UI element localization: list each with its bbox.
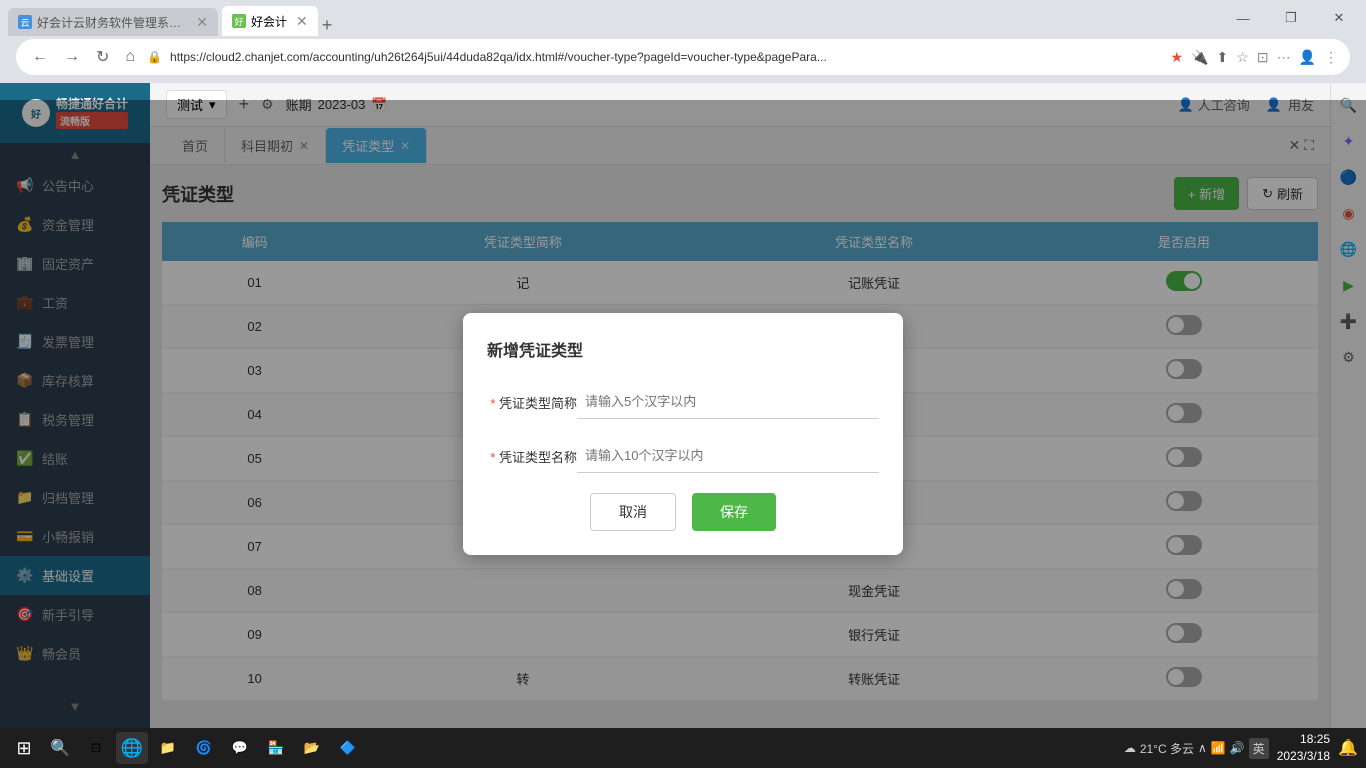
browser-chrome: 云 好会计云财务软件管理系统_会计 ✕ 好 好会计 ✕ + — ❐ ✕: [0, 0, 1366, 36]
address-url: https://cloud2.chanjet.com/accounting/uh…: [170, 50, 1163, 64]
notification-button[interactable]: 🔔: [1338, 738, 1358, 758]
taskbar-explorer[interactable]: 📁: [152, 732, 184, 764]
tab-favicon-1: 云: [18, 15, 32, 29]
tab-favicon-2: 好: [232, 14, 246, 28]
short-name-input[interactable]: [577, 385, 879, 419]
taskbar-temp: 21°C 多云: [1140, 740, 1194, 757]
tab-search-icon[interactable]: ⊡: [1257, 49, 1269, 66]
form-row-short-name: 凭证类型简称: [487, 385, 879, 419]
new-tab-button[interactable]: +: [318, 15, 337, 36]
taskbar-files[interactable]: 📂: [296, 732, 328, 764]
star-icon[interactable]: ☆: [1236, 49, 1249, 66]
tab-close-1[interactable]: ✕: [196, 15, 208, 29]
time-display: 18:25: [1277, 731, 1330, 748]
taskbar-lang[interactable]: 英: [1249, 738, 1269, 759]
date-display: 2023/3/18: [1277, 748, 1330, 765]
taskbar-search-button[interactable]: 🔍: [44, 732, 76, 764]
home-button[interactable]: ⌂: [121, 46, 139, 68]
cancel-button[interactable]: 取消: [590, 493, 676, 531]
user-avatar-icon[interactable]: 👤: [1299, 49, 1316, 66]
browser-tab-1[interactable]: 云 好会计云财务软件管理系统_会计 ✕: [8, 8, 218, 36]
back-button[interactable]: ←: [28, 46, 52, 68]
form-row-full-name: 凭证类型名称: [487, 439, 879, 473]
modal-dialog: 新增凭证类型 凭证类型简称 凭证类型名称 取消 保存: [463, 313, 903, 555]
taskbar-caret[interactable]: ∧: [1198, 741, 1207, 755]
bookmark-icon[interactable]: ★: [1171, 49, 1184, 66]
address-bar[interactable]: ← → ↻ ⌂ 🔒 https://cloud2.chanjet.com/acc…: [16, 39, 1350, 75]
taskbar: ⊞ 🔍 ⊡ 🌐 📁 🌀 💬 🏪 📂 🔷 ☁ 21°C 多云 ∧ 📶 🔊 英 18…: [0, 728, 1366, 768]
save-button[interactable]: 保存: [692, 493, 776, 531]
taskbar-weather: ☁: [1124, 741, 1136, 755]
forward-button[interactable]: →: [60, 46, 84, 68]
maximize-button[interactable]: ❐: [1268, 3, 1314, 33]
more-icon[interactable]: ⋯: [1277, 49, 1291, 66]
full-name-label: 凭证类型名称: [487, 447, 577, 466]
taskbar-right: ☁ 21°C 多云 ∧ 📶 🔊 英 18:25 2023/3/18 🔔: [1124, 731, 1358, 765]
modal-overlay: 新增凭证类型 凭证类型简称 凭证类型名称 取消 保存: [0, 100, 1366, 768]
taskbar-wifi: 📶: [1211, 741, 1226, 755]
taskbar-wechat[interactable]: 💬: [224, 732, 256, 764]
reload-button[interactable]: ↻: [92, 45, 113, 69]
update-icon[interactable]: ⬆: [1217, 49, 1229, 66]
tab-label-2: 好会计: [251, 13, 287, 30]
taskbar-store[interactable]: 🏪: [260, 732, 292, 764]
taskbar-taskview[interactable]: ⊡: [80, 732, 112, 764]
taskbar-time[interactable]: 18:25 2023/3/18: [1277, 731, 1330, 765]
menu-icon[interactable]: ⋮: [1324, 49, 1338, 66]
tab-label-1: 好会计云财务软件管理系统_会计: [37, 14, 187, 31]
full-name-input[interactable]: [577, 439, 879, 473]
taskbar-sys-icons: ☁ 21°C 多云 ∧ 📶 🔊 英: [1124, 738, 1269, 759]
browser-tab-2[interactable]: 好 好会计 ✕: [222, 6, 318, 36]
window-controls: — ❐ ✕: [1220, 3, 1366, 33]
modal-buttons: 取消 保存: [487, 493, 879, 531]
modal-title: 新增凭证类型: [487, 337, 879, 361]
taskbar-chrome[interactable]: 🌀: [188, 732, 220, 764]
minimize-button[interactable]: —: [1220, 3, 1266, 33]
tab-close-2[interactable]: ✕: [296, 14, 308, 28]
taskbar-browser[interactable]: 🔷: [332, 732, 364, 764]
start-button[interactable]: ⊞: [8, 732, 40, 764]
short-name-label: 凭证类型简称: [487, 393, 577, 412]
close-button[interactable]: ✕: [1316, 3, 1362, 33]
taskbar-edge[interactable]: 🌐: [116, 732, 148, 764]
tab-bar: 云 好会计云财务软件管理系统_会计 ✕ 好 好会计 ✕ +: [8, 0, 1220, 36]
extension-icon[interactable]: 🔌: [1191, 49, 1208, 66]
taskbar-speaker: 🔊: [1230, 741, 1245, 755]
